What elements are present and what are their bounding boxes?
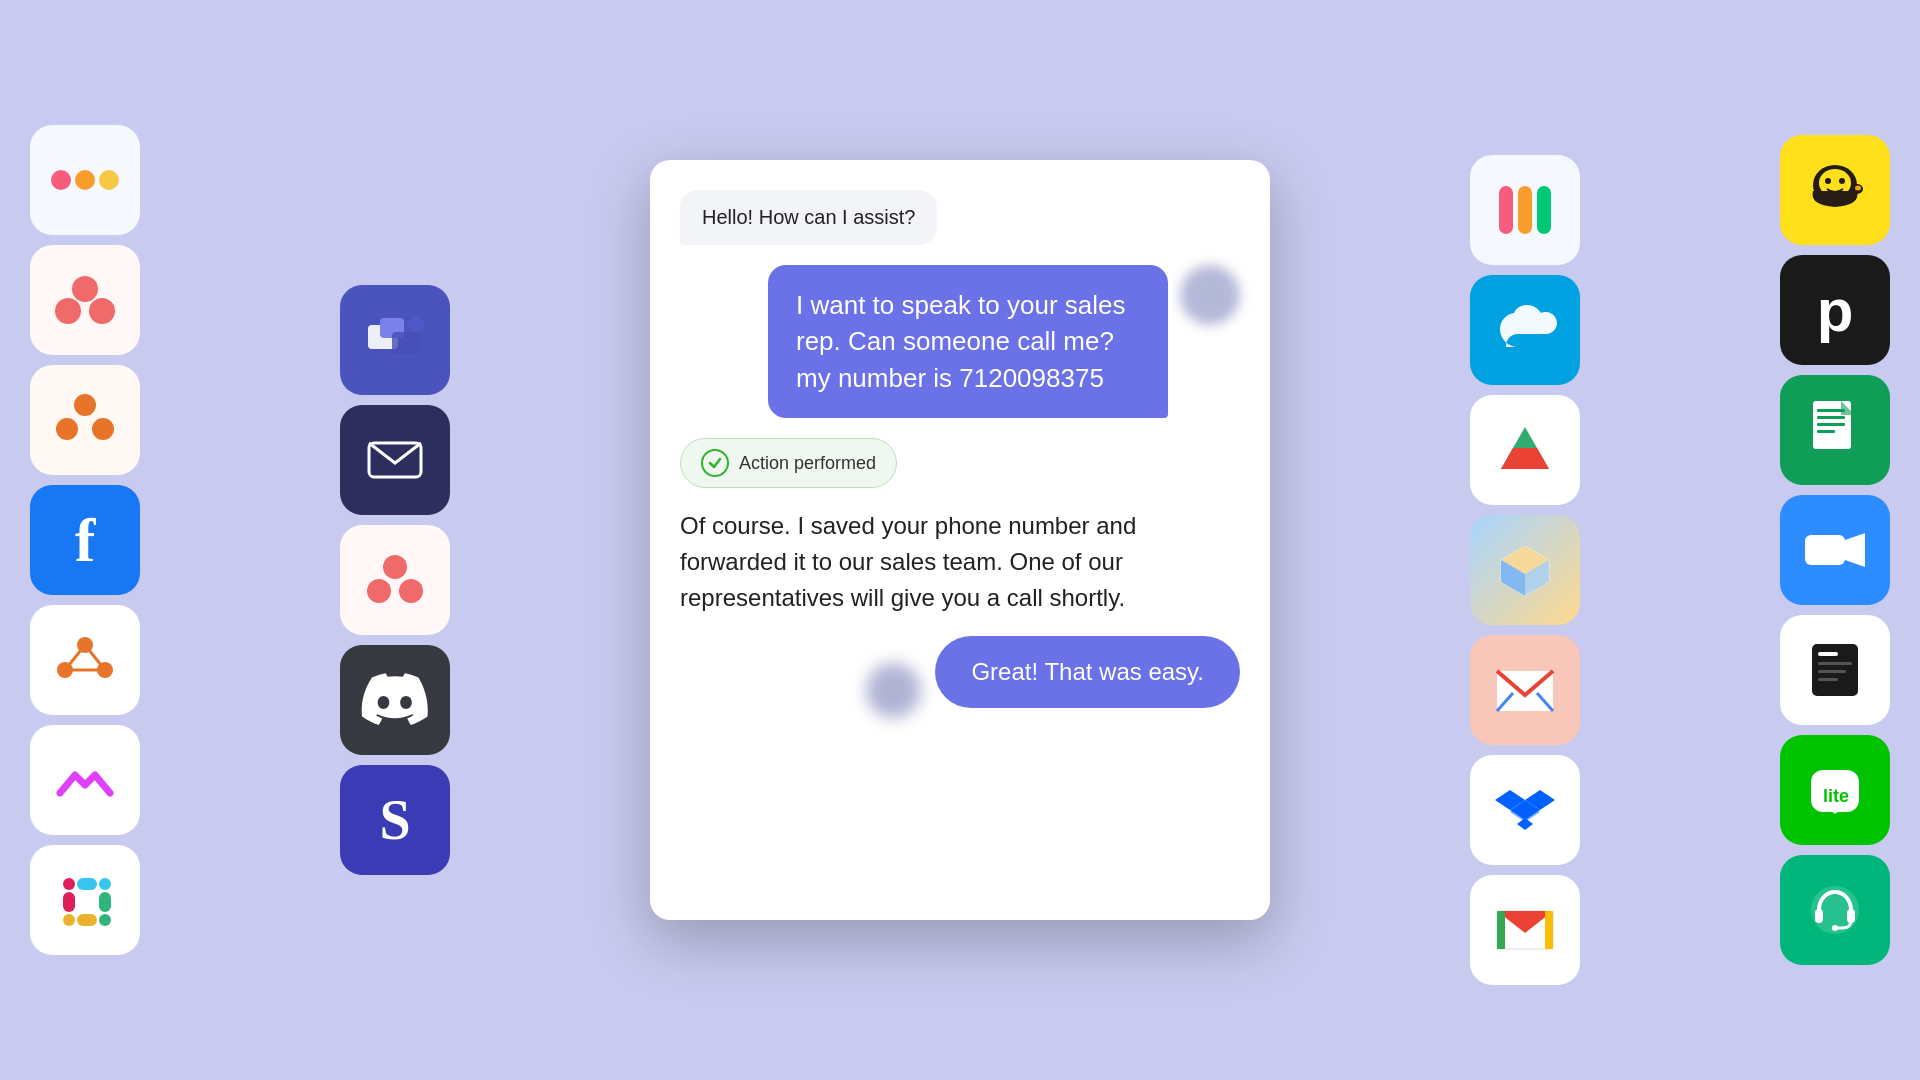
modal-overlay <box>0 0 1920 1080</box>
